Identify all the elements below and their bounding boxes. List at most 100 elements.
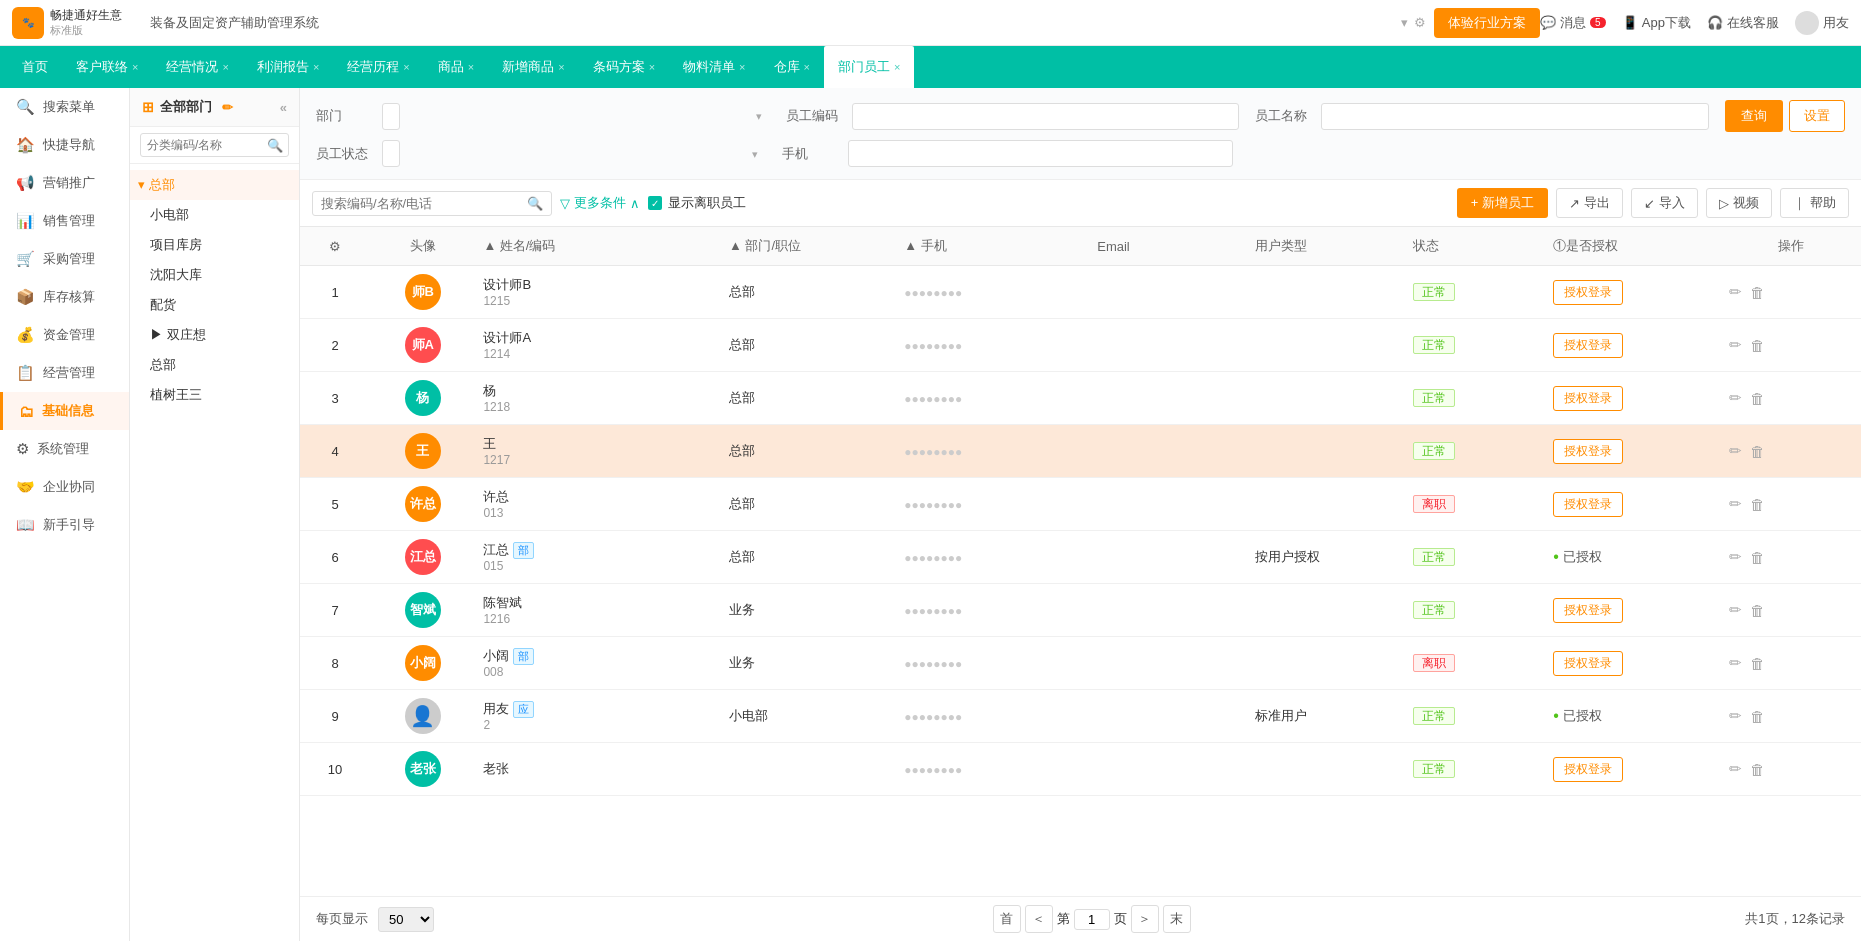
delete-icon[interactable]: 🗑 — [1750, 496, 1765, 513]
delete-icon[interactable]: 🗑 — [1750, 602, 1765, 619]
delete-icon[interactable]: 🗑 — [1750, 284, 1765, 301]
system-dropdown-icon[interactable]: ▾ — [1401, 15, 1408, 30]
sidebar-item-guide[interactable]: 📖新手引导 — [0, 506, 129, 544]
phone-input[interactable] — [848, 140, 1232, 167]
query-button[interactable]: 查询 — [1725, 100, 1783, 132]
sidebar-item-marketing[interactable]: 📢营销推广 — [0, 164, 129, 202]
video-btn[interactable]: ▷ 视频 — [1706, 188, 1772, 218]
page-input[interactable] — [1074, 909, 1110, 930]
message-btn[interactable]: 💬 消息 5 — [1540, 14, 1606, 32]
page-next-btn[interactable]: ＞ — [1131, 905, 1159, 933]
edit-icon[interactable]: ✏ — [1729, 760, 1742, 778]
nav-item-add-goods[interactable]: 新增商品 × — [488, 46, 578, 88]
sidebar-item-sales[interactable]: 📊销售管理 — [0, 202, 129, 240]
app-download-btn[interactable]: 📱 App下载 — [1622, 14, 1691, 32]
dept-node-shuangzhuang[interactable]: ▶ 双庄想 — [130, 320, 299, 350]
dept-node-project[interactable]: 项目库房 — [130, 230, 299, 260]
user-btn[interactable]: 用友 — [1795, 11, 1849, 35]
sidebar-item-base[interactable]: 🗂基础信息 — [0, 392, 129, 430]
edit-icon[interactable]: ✏ — [1729, 442, 1742, 460]
nav-item-dept[interactable]: 部门员工 × — [824, 46, 914, 88]
edit-icon[interactable]: ✏ — [1729, 601, 1742, 619]
dept-collapse-icon[interactable]: « — [280, 100, 287, 115]
per-page-select[interactable]: 50 100 — [378, 907, 434, 932]
nav-item-warehouse[interactable]: 仓库 × — [760, 46, 824, 88]
sidebar-item-nav[interactable]: 🏠快捷导航 — [0, 126, 129, 164]
nav-close-add-goods[interactable]: × — [558, 61, 564, 73]
nav-close-dept[interactable]: × — [894, 61, 900, 73]
page-first-btn[interactable]: 首 — [993, 905, 1021, 933]
nav-item-goods[interactable]: 商品 × — [424, 46, 488, 88]
resigned-checkbox[interactable]: ✓ — [648, 196, 662, 210]
auth-btn[interactable]: 授权登录 — [1553, 386, 1623, 411]
delete-icon[interactable]: 🗑 — [1750, 708, 1765, 725]
export-btn[interactable]: ↗ 导出 — [1556, 188, 1623, 218]
edit-icon[interactable]: ✏ — [1729, 707, 1742, 725]
filter-more-btn[interactable]: ▽ 更多条件 ∧ — [560, 194, 640, 212]
dept-node-shenyang[interactable]: 沈阳大库 — [130, 260, 299, 290]
settings-icon[interactable]: ⚙ — [1414, 15, 1426, 30]
nav-close-goods[interactable]: × — [468, 61, 474, 73]
auth-btn[interactable]: 授权登录 — [1553, 757, 1623, 782]
nav-item-home[interactable]: 首页 — [8, 46, 62, 88]
delete-icon[interactable]: 🗑 — [1750, 655, 1765, 672]
nav-item-operation[interactable]: 经营情况 × — [152, 46, 242, 88]
col-dept-header[interactable]: ▲ 部门/职位 — [721, 227, 896, 266]
nav-item-profit[interactable]: 利润报告 × — [243, 46, 333, 88]
set-button[interactable]: 设置 — [1789, 100, 1845, 132]
edit-icon[interactable]: ✏ — [1729, 654, 1742, 672]
dept-select[interactable] — [382, 103, 400, 130]
emp-code-input[interactable] — [852, 103, 1240, 130]
dept-node-zhishu[interactable]: 植树王三 — [130, 380, 299, 410]
nav-item-customer[interactable]: 客户联络 × — [62, 46, 152, 88]
nav-item-barcode[interactable]: 条码方案 × — [579, 46, 669, 88]
sidebar-item-inventory[interactable]: 📦库存核算 — [0, 278, 129, 316]
service-btn[interactable]: 🎧 在线客服 — [1707, 14, 1779, 32]
try-btn[interactable]: 体验行业方案 — [1434, 8, 1540, 38]
auth-btn[interactable]: 授权登录 — [1553, 280, 1623, 305]
add-emp-btn[interactable]: + 新增员工 — [1457, 188, 1548, 218]
dept-node-peihuo[interactable]: 配货 — [130, 290, 299, 320]
auth-btn[interactable]: 授权登录 — [1553, 333, 1623, 358]
edit-icon[interactable]: ✏ — [1729, 283, 1742, 301]
auth-btn[interactable]: 授权登录 — [1553, 598, 1623, 623]
nav-close-operation[interactable]: × — [222, 61, 228, 73]
nav-item-history[interactable]: 经营历程 × — [333, 46, 423, 88]
auth-btn[interactable]: 授权登录 — [1553, 651, 1623, 676]
edit-icon[interactable]: ✏ — [1729, 336, 1742, 354]
sidebar-item-bizmanage[interactable]: 📋经营管理 — [0, 354, 129, 392]
help-btn[interactable]: ｜ 帮助 — [1780, 188, 1849, 218]
page-last-btn[interactable]: 末 — [1163, 905, 1191, 933]
nav-close-barcode[interactable]: × — [649, 61, 655, 73]
emp-name-input[interactable] — [1321, 103, 1709, 130]
col-settings[interactable]: ⚙ — [300, 227, 370, 266]
sidebar-item-collab[interactable]: 🤝企业协同 — [0, 468, 129, 506]
nav-close-warehouse[interactable]: × — [804, 61, 810, 73]
edit-icon[interactable]: ✏ — [1729, 389, 1742, 407]
page-prev-btn[interactable]: ＜ — [1025, 905, 1053, 933]
emp-status-select[interactable] — [382, 140, 400, 167]
delete-icon[interactable]: 🗑 — [1750, 761, 1765, 778]
sidebar-item-purchase[interactable]: 🛒采购管理 — [0, 240, 129, 278]
search-input[interactable] — [321, 196, 523, 211]
delete-icon[interactable]: 🗑 — [1750, 443, 1765, 460]
nav-close-history[interactable]: × — [403, 61, 409, 73]
auth-btn[interactable]: 授权登录 — [1553, 492, 1623, 517]
nav-item-bom[interactable]: 物料清单 × — [669, 46, 759, 88]
delete-icon[interactable]: 🗑 — [1750, 390, 1765, 407]
col-phone-header[interactable]: ▲ 手机 — [896, 227, 1089, 266]
edit-icon[interactable]: ✏ — [1729, 548, 1742, 566]
dept-node-xiaodibu[interactable]: 小电部 — [130, 200, 299, 230]
show-resigned-toggle[interactable]: ✓ 显示离职员工 — [648, 194, 746, 212]
sidebar-item-system[interactable]: ⚙系统管理 — [0, 430, 129, 468]
sidebar-item-finance[interactable]: 💰资金管理 — [0, 316, 129, 354]
col-name-header[interactable]: ▲ 姓名/编码 — [475, 227, 721, 266]
nav-close-customer[interactable]: × — [132, 61, 138, 73]
dept-node-zongbu[interactable]: ▾ 总部 — [130, 170, 299, 200]
edit-icon[interactable]: ✏ — [1729, 495, 1742, 513]
sidebar-item-search[interactable]: 🔍搜索菜单 — [0, 88, 129, 126]
delete-icon[interactable]: 🗑 — [1750, 337, 1765, 354]
auth-btn[interactable]: 授权登录 — [1553, 439, 1623, 464]
dept-node-zb[interactable]: 总部 — [130, 350, 299, 380]
nav-close-bom[interactable]: × — [739, 61, 745, 73]
